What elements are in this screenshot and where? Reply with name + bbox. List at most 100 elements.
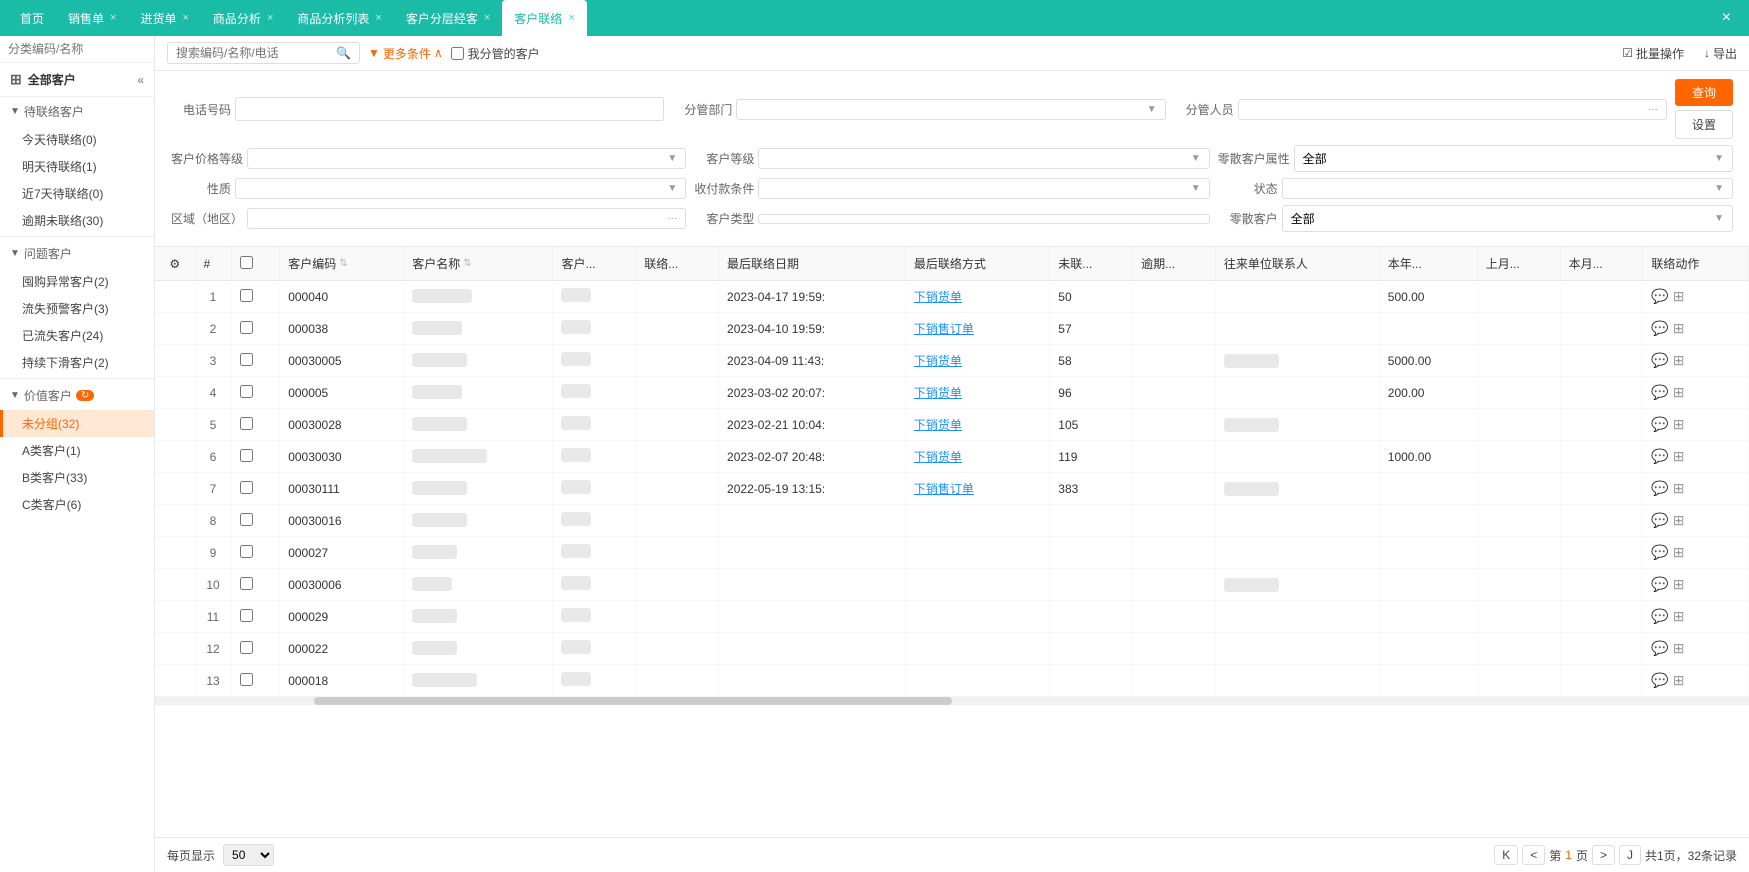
qr-icon[interactable]: ⊞ [1673, 416, 1685, 433]
cell-check[interactable] [231, 473, 280, 505]
close-window-icon[interactable]: × [1712, 9, 1741, 27]
qr-icon[interactable]: ⊞ [1673, 576, 1685, 593]
status-select[interactable]: ▼ [1282, 178, 1733, 199]
page-size-select[interactable]: 50 100 200 [223, 844, 274, 866]
my-customer-check[interactable] [451, 47, 464, 60]
col-overdue[interactable]: 逾期... [1133, 247, 1216, 281]
sidebar-all-customers[interactable]: ⊞ 全部客户 « [0, 63, 154, 97]
sidebar-section-value-title[interactable]: ▼ 价值客户 ↻ [0, 381, 154, 410]
manager-select[interactable]: ··· [1238, 99, 1667, 120]
row-checkbox[interactable] [240, 385, 253, 398]
tab-customer-tier[interactable]: 客户分层经客 × [394, 0, 502, 36]
batch-op-btn[interactable]: ☑ 批量操作 [1622, 45, 1684, 62]
cell-last-method[interactable]: 下销货单 [905, 281, 1049, 313]
row-checkbox[interactable] [240, 353, 253, 366]
chat-icon[interactable]: 💬 [1651, 544, 1668, 561]
row-checkbox[interactable] [240, 321, 253, 334]
cell-last-method[interactable] [905, 569, 1049, 601]
cell-last-method[interactable]: 下销货单 [905, 441, 1049, 473]
cell-check[interactable] [231, 409, 280, 441]
row-checkbox[interactable] [240, 577, 253, 590]
chat-icon[interactable]: 💬 [1651, 512, 1668, 529]
col-contact[interactable]: 联络... [636, 247, 719, 281]
close-tab-analysis-list[interactable]: × [375, 12, 381, 24]
customer-type-select[interactable] [758, 214, 1209, 224]
qr-icon[interactable]: ⊞ [1673, 608, 1685, 625]
chat-icon[interactable]: 💬 [1651, 352, 1668, 369]
chat-icon[interactable]: 💬 [1651, 384, 1668, 401]
last-page-btn[interactable]: J [1619, 845, 1641, 865]
chat-icon[interactable]: 💬 [1651, 320, 1668, 337]
qr-icon[interactable]: ⊞ [1673, 640, 1685, 657]
sidebar-item-tomorrow[interactable]: 明天待联络(1) [0, 153, 154, 180]
close-tab-purchase[interactable]: × [182, 12, 188, 24]
qr-icon[interactable]: ⊞ [1673, 352, 1685, 369]
tab-sales[interactable]: 销售单 × [56, 0, 128, 36]
price-level-select[interactable]: ▼ [247, 148, 686, 169]
row-checkbox[interactable] [240, 609, 253, 622]
cell-check[interactable] [231, 441, 280, 473]
close-tab-sales[interactable]: × [110, 12, 116, 24]
cell-last-method[interactable]: 下销货单 [905, 409, 1049, 441]
col-type[interactable]: 客户... [553, 247, 636, 281]
qr-icon[interactable]: ⊞ [1673, 512, 1685, 529]
more-conditions-btn[interactable]: ▼ 更多条件 ∧ [368, 45, 443, 62]
cell-check[interactable] [231, 537, 280, 569]
sidebar-item-declining[interactable]: 持续下滑客户(2) [0, 349, 154, 376]
chat-icon[interactable]: 💬 [1651, 288, 1668, 305]
row-checkbox[interactable] [240, 545, 253, 558]
qr-icon[interactable]: ⊞ [1673, 480, 1685, 497]
chat-icon[interactable]: 💬 [1651, 480, 1668, 497]
cell-last-method[interactable] [905, 601, 1049, 633]
phone-input[interactable] [235, 97, 664, 121]
sidebar-collapse-icon[interactable]: « [137, 73, 144, 87]
close-tab-customer-tier[interactable]: × [484, 12, 490, 24]
chat-icon[interactable]: 💬 [1651, 672, 1668, 689]
cell-check[interactable] [231, 281, 280, 313]
sidebar-section-problem-title[interactable]: ▼ 问题客户 [0, 239, 154, 268]
tab-customer-contact[interactable]: 客户联络 × [502, 0, 586, 36]
my-customer-checkbox[interactable]: 我分管的客户 [451, 45, 540, 62]
chat-icon[interactable]: 💬 [1651, 448, 1668, 465]
col-name[interactable]: 客户名称⇅ [404, 247, 553, 281]
nature-select[interactable]: ▼ [235, 178, 686, 199]
cell-check[interactable] [231, 313, 280, 345]
sidebar-item-7days[interactable]: 近7天待联络(0) [0, 180, 154, 207]
query-button[interactable]: 查询 [1675, 79, 1733, 106]
tab-analysis-list[interactable]: 商品分析列表 × [285, 0, 393, 36]
sidebar-item-today[interactable]: 今天待联络(0) [0, 126, 154, 153]
qr-icon[interactable]: ⊞ [1673, 544, 1685, 561]
cell-check[interactable] [231, 505, 280, 537]
main-search-input[interactable] [176, 46, 336, 60]
qr-icon[interactable]: ⊞ [1673, 320, 1685, 337]
sidebar-item-abnormal[interactable]: 囤购异常客户(2) [0, 268, 154, 295]
pay-terms-select[interactable]: ▼ [758, 178, 1209, 199]
qr-icon[interactable]: ⊞ [1673, 672, 1685, 689]
cell-check[interactable] [231, 601, 280, 633]
prev-page-btn[interactable]: < [1522, 845, 1545, 865]
col-code[interactable]: 客户编码⇅ [280, 247, 404, 281]
chat-icon[interactable]: 💬 [1651, 416, 1668, 433]
cell-last-method[interactable]: 下销货单 [905, 345, 1049, 377]
sidebar-item-class-b[interactable]: B类客户(33) [0, 464, 154, 491]
tab-analysis[interactable]: 商品分析 × [201, 0, 285, 36]
dept-select[interactable]: ▼ [736, 99, 1165, 120]
select-all-checkbox[interactable] [240, 256, 253, 269]
qr-icon[interactable]: ⊞ [1673, 288, 1685, 305]
export-btn[interactable]: ↓ 导出 [1704, 45, 1737, 62]
row-checkbox[interactable] [240, 513, 253, 526]
cell-last-method[interactable] [905, 537, 1049, 569]
col-this-year[interactable]: 本年... [1379, 247, 1477, 281]
row-checkbox[interactable] [240, 673, 253, 686]
sidebar-item-ungroup[interactable]: 未分组(32) [0, 410, 154, 437]
qr-icon[interactable]: ⊞ [1673, 448, 1685, 465]
col-last-date[interactable]: 最后联络日期 [719, 247, 906, 281]
qr-icon[interactable]: ⊞ [1673, 384, 1685, 401]
region-select[interactable]: ··· [247, 208, 686, 229]
tab-purchase[interactable]: 进货单 × [128, 0, 200, 36]
chat-icon[interactable]: 💬 [1651, 576, 1668, 593]
sidebar-item-churn-warn[interactable]: 流失预警客户(3) [0, 295, 154, 322]
zero-customer-select[interactable]: 全部 ▼ [1282, 205, 1733, 232]
cell-last-method[interactable]: 下销售订单 [905, 473, 1049, 505]
close-tab-customer-contact[interactable]: × [568, 12, 574, 24]
